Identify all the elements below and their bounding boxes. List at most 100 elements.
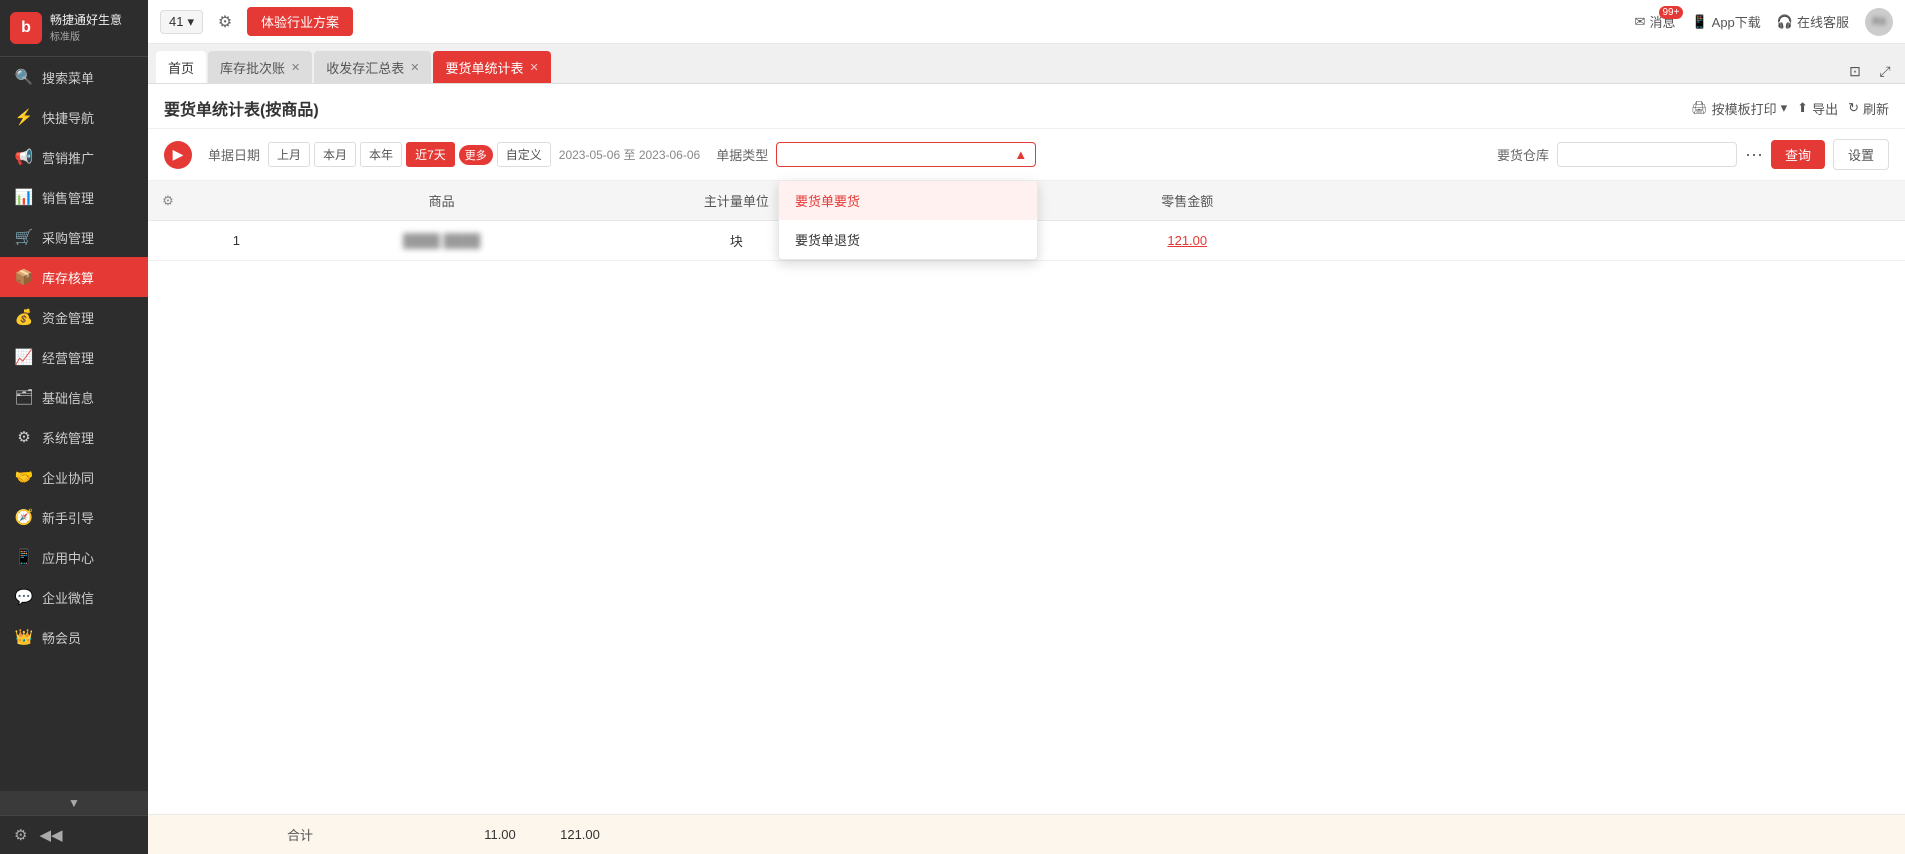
sidebar-item-app-center[interactable]: 📱 应用中心 — [0, 537, 148, 577]
footer-qty: 11.00 — [460, 827, 540, 842]
online-service-btn[interactable]: 🎧 在线客服 — [1777, 12, 1849, 31]
sidebar-icon-sales: 📊 — [14, 187, 34, 207]
dropdown-item-order-return[interactable]: 要货单退货 — [779, 220, 1037, 259]
main-content: 41 ▾ ⚙ 体验行业方案 ✉ 消息 99+ 📱 App下载 🎧 在线客服 Ri… — [148, 0, 1905, 854]
date-btn-custom[interactable]: 自定义 — [497, 142, 551, 167]
sidebar-icon-purchase: 🛒 — [14, 227, 34, 247]
tab-receive-summary-close[interactable]: ✕ — [410, 61, 419, 74]
tab-restore-btn[interactable]: ⊡ — [1843, 59, 1867, 83]
sidebar-icon-marketing: 📢 — [14, 147, 34, 167]
refresh-label: 刷新 — [1863, 99, 1889, 118]
sidebar-icon-wechat: 💬 — [14, 587, 34, 607]
sidebar-icon-enterprise: 🤝 — [14, 467, 34, 487]
app-download-btn[interactable]: 📱 App下载 — [1691, 12, 1760, 31]
sidebar-collapse-icon[interactable]: ◀◀ — [39, 826, 62, 844]
type-filter-input[interactable]: ▲ — [776, 142, 1036, 167]
sidebar-item-purchase[interactable]: 🛒采购管理 — [0, 217, 148, 257]
dropdown-item-order-goods[interactable]: 要货单要货 — [779, 181, 1037, 220]
sidebar-item-sales[interactable]: 📊销售管理 — [0, 177, 148, 217]
refresh-btn[interactable]: ↻ 刷新 — [1848, 99, 1889, 118]
date-btn-last-month[interactable]: 上月 — [268, 142, 310, 167]
messages-btn[interactable]: ✉ 消息 99+ — [1635, 12, 1676, 31]
sidebar-item-wechat[interactable]: 💬企业微信 — [0, 577, 148, 617]
sidebar-label-system: 系统管理 — [42, 428, 94, 447]
logo-icon: b — [10, 12, 42, 44]
col-header-goods: 商品 — [285, 181, 599, 221]
sidebar-label-member: 畅会员 — [42, 628, 81, 647]
filter-expand-btn[interactable]: ▶ — [164, 141, 192, 169]
tabs-actions: ⊡ ⤢ — [1843, 59, 1897, 83]
sidebar-item-marketing[interactable]: 📢营销推广 — [0, 137, 148, 177]
warehouse-filter-input[interactable] — [1557, 142, 1737, 167]
sidebar-item-inventory[interactable]: 📦库存核算 — [0, 257, 148, 297]
print-btn[interactable]: 🖨 按模板打印 ▾ — [1691, 99, 1787, 118]
date-btn-7days[interactable]: 近7天 — [406, 142, 455, 167]
row-settings[interactable] — [148, 221, 188, 261]
sidebar-scroll-down[interactable]: ▼ — [0, 791, 148, 815]
user-avatar[interactable]: Rit — [1865, 8, 1893, 36]
export-btn[interactable]: ⬆ 导出 — [1797, 99, 1838, 118]
query-btn[interactable]: 查询 — [1771, 140, 1825, 169]
date-filter-group: 单据日期 上月 本月 本年 近7天 更多 自定义 2023-05-06 至 20… — [208, 142, 700, 167]
warehouse-filter-label: 要货仓库 — [1497, 145, 1549, 164]
store-selector[interactable]: 41 ▾ — [160, 10, 203, 34]
sidebar-icon-app-center: 📱 — [14, 547, 34, 567]
page-content: 要货单统计表(按商品) 🖨 按模板打印 ▾ ⬆ 导出 ↻ 刷新 ▶ — [148, 84, 1905, 854]
sidebar-item-quick-nav[interactable]: ⚡快捷导航 — [0, 97, 148, 137]
date-range-display: 2023-05-06 至 2023-06-06 — [559, 146, 700, 163]
sidebar-item-enterprise[interactable]: 🤝 企业协同 — [0, 457, 148, 497]
topbar-left: 41 ▾ ⚙ 体验行业方案 — [160, 7, 1625, 36]
tab-maximize-btn[interactable]: ⤢ — [1873, 59, 1897, 83]
tab-inventory-batch-close[interactable]: ✕ — [291, 61, 300, 74]
tab-home[interactable]: 首页 — [156, 51, 206, 83]
date-btn-more[interactable]: 更多 — [459, 145, 493, 165]
sidebar-settings-icon[interactable]: ⚙ — [14, 826, 27, 844]
sidebar-icon-finance: 💰 — [14, 307, 34, 327]
page-title: 要货单统计表(按商品) — [164, 96, 319, 120]
sidebar-item-member[interactable]: 👑畅会员 — [0, 617, 148, 657]
sidebar-item-search[interactable]: 🔍 搜索菜单 — [0, 57, 148, 97]
sidebar-item-finance[interactable]: 💰 资金管理 — [0, 297, 148, 337]
user-name: Rit — [1872, 16, 1885, 28]
sidebar-label-search: 搜索菜单 — [42, 68, 94, 87]
tab-order-stats-close[interactable]: ✕ — [530, 61, 539, 74]
col-header-settings[interactable]: ⚙ — [148, 181, 188, 221]
sidebar-item-guide[interactable]: 🧭新手引导 — [0, 497, 148, 537]
tab-receive-summary[interactable]: 收发存汇总表 ✕ — [314, 51, 431, 83]
date-btn-this-month[interactable]: 本月 — [314, 142, 356, 167]
sidebar-item-base[interactable]: 🗂基础信息 — [0, 377, 148, 417]
store-name: 41 — [169, 14, 183, 29]
sidebar-label-app-center: 应用中心 — [42, 548, 94, 567]
filter-settings-btn[interactable]: 设置 — [1833, 139, 1889, 170]
table-container: ⚙ 商品 主计量单位 主数量 零售金额 1 ████ ████ 块 11.00 … — [148, 181, 1905, 814]
sidebar-label-enterprise: 企业协同 — [42, 468, 94, 487]
type-filter-clear-icon[interactable]: ▲ — [1014, 147, 1027, 162]
page-header: 要货单统计表(按商品) 🖨 按模板打印 ▾ ⬆ 导出 ↻ 刷新 — [148, 84, 1905, 129]
topbar-settings-btn[interactable]: ⚙ — [211, 8, 239, 36]
tab-order-stats[interactable]: 要货单统计表 ✕ — [433, 51, 550, 83]
print-label: 按模板打印 — [1712, 99, 1777, 118]
store-dropdown-icon: ▾ — [187, 14, 194, 30]
date-btn-this-year[interactable]: 本年 — [360, 142, 402, 167]
row-amount: 121.00 — [1070, 221, 1306, 261]
trial-btn[interactable]: 体验行业方案 — [247, 7, 353, 36]
tab-inventory-batch-label: 库存批次账 — [220, 58, 285, 77]
tab-receive-summary-label: 收发存汇总表 — [326, 58, 404, 77]
headset-icon: 🎧 — [1777, 14, 1793, 30]
filter-more-btn[interactable]: ··· — [1745, 144, 1763, 165]
sidebar-icon-search: 🔍 — [14, 67, 34, 87]
sidebar-icon-guide: 🧭 — [14, 507, 34, 527]
col-header-amount: 零售金额 — [1070, 181, 1306, 221]
app-download-icon: 📱 — [1691, 14, 1707, 30]
row-extra — [1305, 221, 1905, 261]
sidebar-item-system[interactable]: ⚙系统管理 — [0, 417, 148, 457]
topbar: 41 ▾ ⚙ 体验行业方案 ✉ 消息 99+ 📱 App下载 🎧 在线客服 Ri… — [148, 0, 1905, 44]
date-filter-label: 单据日期 — [208, 145, 260, 164]
date-filter-buttons: 上月 本月 本年 近7天 更多 自定义 — [268, 142, 551, 167]
export-label: 导出 — [1812, 99, 1838, 118]
tab-home-label: 首页 — [168, 58, 194, 77]
sidebar-footer: ⚙ ◀◀ — [0, 815, 148, 854]
tab-inventory-batch[interactable]: 库存批次账 ✕ — [208, 51, 312, 83]
sidebar-label-finance: 资金管理 — [42, 308, 94, 327]
sidebar-item-operation[interactable]: 📈经营管理 — [0, 337, 148, 377]
